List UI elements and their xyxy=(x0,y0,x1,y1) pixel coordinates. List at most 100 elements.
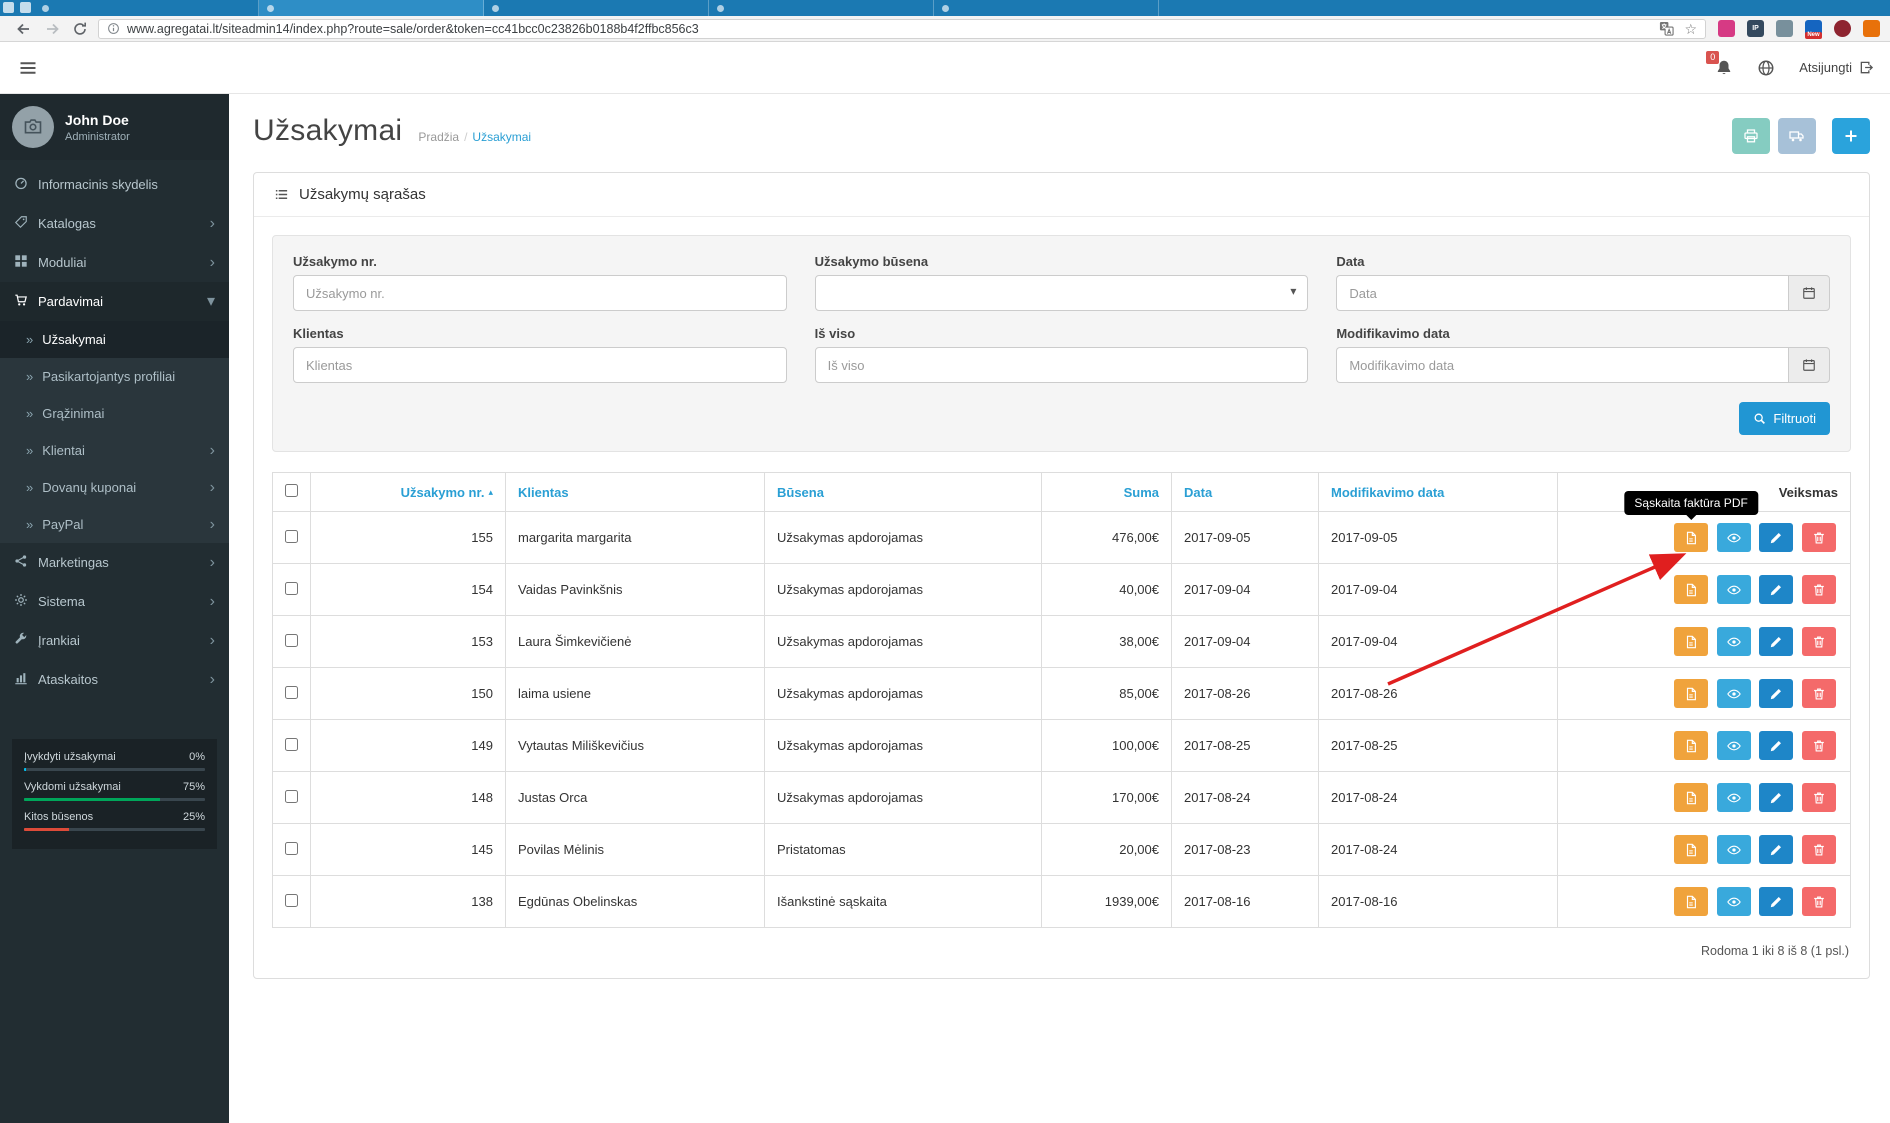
sort-status-link[interactable]: Būsena xyxy=(777,485,824,500)
filter-button[interactable]: Filtruoti xyxy=(1739,402,1830,435)
row-checkbox[interactable] xyxy=(285,633,298,647)
row-checkbox[interactable] xyxy=(285,529,298,543)
view-order-button[interactable] xyxy=(1716,835,1751,864)
sort-total-link[interactable]: Suma xyxy=(1124,485,1159,500)
sidebar-item-orders[interactable]: » Užsakymai xyxy=(0,321,229,358)
row-checkbox[interactable] xyxy=(285,841,298,855)
delete-order-button[interactable] xyxy=(1802,575,1836,604)
print-shipping-list-button[interactable] xyxy=(1778,118,1816,154)
extension-icon-ip[interactable]: IP xyxy=(1747,20,1764,37)
view-order-button[interactable] xyxy=(1716,523,1751,552)
order-nr-input[interactable] xyxy=(293,275,787,311)
browser-tab-active[interactable] xyxy=(259,0,484,16)
select-all-checkbox[interactable] xyxy=(285,484,298,497)
sidebar-item-recurring-profiles[interactable]: » Pasikartojantys profiliai xyxy=(0,358,229,395)
invoice-pdf-button[interactable]: Sąskaita faktūra PDF xyxy=(1624,491,1758,552)
sidebar-item-gift-vouchers[interactable]: » Dovanų kuponai › xyxy=(0,469,229,506)
sort-date-link[interactable]: Data xyxy=(1184,485,1212,500)
sidebar-toggle-icon[interactable] xyxy=(18,58,38,78)
edit-order-button[interactable] xyxy=(1759,679,1794,708)
print-invoice-button[interactable] xyxy=(1732,118,1770,154)
delete-order-button[interactable] xyxy=(1802,783,1836,812)
add-order-button[interactable] xyxy=(1832,118,1870,154)
row-checkbox[interactable] xyxy=(285,737,298,751)
date-modified-input[interactable] xyxy=(1336,347,1789,383)
browser-tab[interactable] xyxy=(709,0,934,16)
sidebar-item-paypal[interactable]: » PayPal › xyxy=(0,506,229,543)
browser-tab[interactable] xyxy=(934,0,1159,16)
view-order-button[interactable] xyxy=(1716,627,1751,656)
calendar-icon xyxy=(1802,286,1816,300)
extension-icon[interactable] xyxy=(1834,20,1851,37)
sidebar-item-returns[interactable]: » Grąžinimai xyxy=(0,395,229,432)
invoice-pdf-button[interactable] xyxy=(1674,887,1709,916)
sidebar-item-system[interactable]: Sistema › xyxy=(0,582,229,621)
view-order-button[interactable] xyxy=(1716,575,1751,604)
delete-order-button[interactable] xyxy=(1802,679,1836,708)
sort-customer-link[interactable]: Klientas xyxy=(518,485,569,500)
bookmark-star-icon[interactable]: ☆ xyxy=(1684,22,1697,36)
delete-order-button[interactable] xyxy=(1802,731,1836,760)
browser-tab[interactable] xyxy=(34,0,259,16)
invoice-pdf-button[interactable] xyxy=(1674,575,1709,604)
table-row: 149 Vytautas Miliškevičius Užsakymas apd… xyxy=(272,719,1851,772)
view-order-button[interactable] xyxy=(1716,679,1751,708)
invoice-pdf-button[interactable] xyxy=(1674,731,1709,760)
breadcrumb-current-link[interactable]: Užsakymai xyxy=(472,130,531,144)
sort-order-nr-link[interactable]: Užsakymo nr. xyxy=(401,485,485,500)
date-picker-button[interactable] xyxy=(1788,347,1831,383)
sidebar-item-sales[interactable]: Pardavimai ▾ xyxy=(0,282,229,321)
delete-order-button[interactable] xyxy=(1802,523,1836,552)
customer-input[interactable] xyxy=(293,347,787,383)
extension-icon[interactable] xyxy=(1718,20,1735,37)
row-checkbox[interactable] xyxy=(285,581,298,595)
back-icon[interactable] xyxy=(16,21,32,37)
date-input[interactable] xyxy=(1336,275,1789,311)
angle-double-right-icon: » xyxy=(26,480,34,495)
view-order-button[interactable] xyxy=(1716,731,1751,760)
sidebar-item-dashboard[interactable]: Informacinis skydelis xyxy=(0,165,229,204)
edit-order-button[interactable] xyxy=(1759,731,1794,760)
invoice-pdf-button[interactable] xyxy=(1674,783,1709,812)
delete-order-button[interactable] xyxy=(1802,835,1836,864)
sidebar-item-marketing[interactable]: Marketingas › xyxy=(0,543,229,582)
extension-icon[interactable] xyxy=(1776,20,1793,37)
breadcrumb-home-link[interactable]: Pradžia xyxy=(418,130,459,144)
date-picker-button[interactable] xyxy=(1788,275,1831,311)
url-bar[interactable]: www.agregatai.lt/siteadmin14/index.php?r… xyxy=(98,18,1706,39)
edit-order-button[interactable] xyxy=(1759,523,1794,552)
delete-order-button[interactable] xyxy=(1802,627,1836,656)
browser-tab[interactable] xyxy=(484,0,709,16)
edit-order-button[interactable] xyxy=(1759,887,1794,916)
storefront-globe-icon[interactable] xyxy=(1757,59,1775,77)
edit-order-button[interactable] xyxy=(1759,627,1794,656)
sidebar-item-modules[interactable]: Moduliai › xyxy=(0,243,229,282)
delete-order-button[interactable] xyxy=(1802,887,1836,916)
invoice-pdf-button[interactable] xyxy=(1674,835,1709,864)
translate-icon[interactable] xyxy=(1659,21,1674,36)
edit-order-button[interactable] xyxy=(1759,835,1794,864)
logout-button[interactable]: Atsijungti xyxy=(1799,60,1874,75)
sidebar-item-customers[interactable]: » Klientai › xyxy=(0,432,229,469)
reload-icon[interactable] xyxy=(72,21,88,37)
page-info-icon[interactable] xyxy=(107,22,120,35)
forward-icon[interactable] xyxy=(44,21,60,37)
edit-order-button[interactable] xyxy=(1759,783,1794,812)
notifications-button[interactable]: 0 xyxy=(1706,50,1733,77)
view-order-button[interactable] xyxy=(1716,783,1751,812)
extension-icon-new[interactable]: New xyxy=(1805,20,1822,39)
order-status-select[interactable] xyxy=(814,275,1309,311)
sidebar-item-reports[interactable]: Ataskaitos › xyxy=(0,660,229,699)
invoice-pdf-button[interactable] xyxy=(1674,679,1709,708)
sidebar-item-catalog[interactable]: Katalogas › xyxy=(0,204,229,243)
total-input[interactable] xyxy=(814,347,1309,383)
sort-modified-link[interactable]: Modifikavimo data xyxy=(1331,485,1444,500)
row-checkbox[interactable] xyxy=(285,685,298,699)
view-order-button[interactable] xyxy=(1716,887,1751,916)
row-checkbox[interactable] xyxy=(285,893,298,907)
edit-order-button[interactable] xyxy=(1759,575,1794,604)
extension-icon[interactable] xyxy=(1863,20,1880,37)
invoice-pdf-button[interactable] xyxy=(1674,627,1709,656)
sidebar-item-tools[interactable]: Įrankiai › xyxy=(0,621,229,660)
row-checkbox[interactable] xyxy=(285,789,298,803)
